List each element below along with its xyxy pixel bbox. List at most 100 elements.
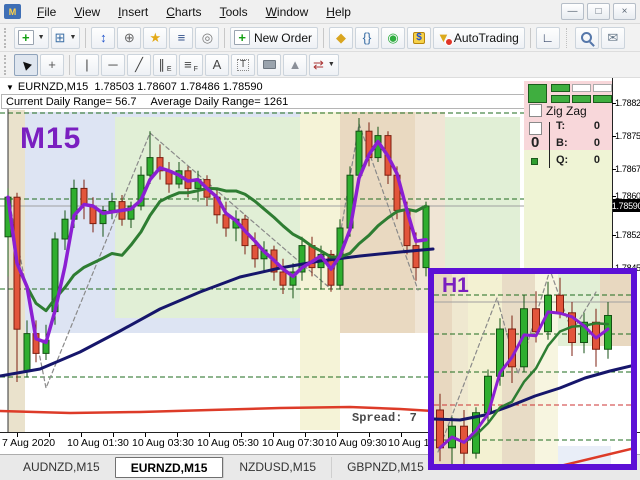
tab-audnzd-m15[interactable]: AUDNZD,M15: [8, 457, 115, 478]
time-label: 7 Aug 2020: [2, 437, 56, 449]
arrows-button[interactable]: ⇄ ▼: [309, 53, 339, 76]
collapse-caret-icon[interactable]: ▼: [6, 83, 14, 92]
metaeditor-icon: {}: [362, 30, 372, 45]
autotrading-button[interactable]: ▼ AutoTrading: [432, 26, 525, 49]
price-label: 1.78825: [615, 98, 640, 108]
window-controls: — □ ×: [561, 3, 636, 20]
vertical-line-button[interactable]: |: [75, 53, 99, 76]
price-tick: [612, 169, 616, 170]
text-button[interactable]: A: [205, 53, 229, 76]
stat-row-b: B: 0: [556, 137, 600, 149]
data-window-button[interactable]: ⊕: [117, 26, 142, 49]
time-label: 10 Aug 01:30: [67, 437, 129, 449]
marketwatch-icon: ↕: [100, 30, 107, 45]
fibonacci-button[interactable]: ≡ F: [179, 53, 203, 76]
toolbar-grip: [4, 27, 9, 48]
average-daily-range: Average Daily Range= 1261: [150, 95, 289, 108]
tab-eurnzd-m15[interactable]: EURNZD,M15: [114, 457, 224, 478]
label-button[interactable]: T: [231, 53, 255, 76]
textA-icon: A: [212, 57, 222, 72]
crosshair-button[interactable]: +: [40, 53, 64, 76]
menu-bar: M File View Insert Charts Tools Window Help — …: [0, 0, 640, 24]
cursor-button[interactable]: ▶: [14, 53, 38, 76]
toolbar-sep: [85, 27, 87, 48]
mtf-cell: [551, 95, 570, 103]
zoom-button[interactable]: [574, 26, 599, 49]
metaquotes-button[interactable]: ◆: [328, 26, 353, 49]
autotrading-icon: ▼: [436, 30, 453, 46]
labelT-icon: T: [236, 58, 250, 71]
triangle-button[interactable]: ▲: [283, 53, 307, 76]
menu-tools[interactable]: Tools: [211, 3, 257, 21]
chat-icon: ✉: [607, 30, 619, 45]
profiles-button[interactable]: ⊞ ▼: [50, 26, 81, 49]
zigzag-checkbox[interactable]: [529, 104, 542, 117]
close-button[interactable]: ×: [613, 3, 636, 20]
rect-icon: [262, 60, 276, 69]
horizontal-line-button[interactable]: ─: [101, 53, 125, 76]
mtf-cell: [593, 84, 612, 92]
metaeditor-button[interactable]: {}: [354, 26, 379, 49]
rectangle-button[interactable]: [257, 53, 281, 76]
datawindow-icon: ⊕: [123, 30, 135, 45]
menu-file[interactable]: File: [28, 3, 65, 21]
mtf-indicator-main-square: [528, 84, 547, 103]
chevron-down-icon[interactable]: ▼: [69, 34, 76, 41]
stat-row-t: T: 0: [556, 120, 600, 132]
chevron-down-icon[interactable]: ▼: [38, 34, 45, 41]
chat-button[interactable]: ✉: [600, 26, 625, 49]
timeframe-watermark-m15: M15: [20, 122, 82, 155]
chevron-down-icon[interactable]: ▼: [328, 61, 335, 68]
tri-icon: ▲: [288, 57, 302, 72]
zigzag-panel-title: Zig Zag: [546, 104, 587, 118]
minimize-button[interactable]: —: [561, 3, 584, 20]
toolbar-sep: [224, 27, 226, 48]
menu-window[interactable]: Window: [257, 3, 318, 21]
menu-charts[interactable]: Charts: [157, 3, 210, 21]
signals-button[interactable]: ◉: [380, 26, 405, 49]
new-order-button[interactable]: + New Order: [230, 26, 318, 49]
time-label: 10 Aug 07:30: [262, 437, 324, 449]
stat-key: T:: [556, 120, 566, 132]
h1-inset-chart[interactable]: H1: [428, 268, 637, 470]
tab-gbpnzd-m15[interactable]: GBPNZD,M15: [331, 457, 439, 478]
new-chart-button[interactable]: + ▼: [14, 26, 49, 49]
menu-items: File View Insert Charts Tools Window Help: [28, 3, 360, 21]
stat-value: 0: [593, 154, 600, 166]
menu-view[interactable]: View: [65, 3, 109, 21]
menu-help[interactable]: Help: [317, 3, 360, 21]
terminal-icon: ≡: [177, 30, 186, 45]
strategy-tester-button[interactable]: ◎: [195, 26, 220, 49]
terminal-button[interactable]: ≡: [169, 26, 194, 49]
navigator-icon: ★: [149, 30, 162, 45]
signals-icon: ◉: [387, 30, 399, 45]
h1-chart-canvas[interactable]: [434, 274, 631, 464]
time-label: 10 Aug 09:30: [325, 437, 387, 449]
indicator-panel-bottom: [524, 150, 612, 268]
current-daily-range: Current Daily Range= 56.7: [6, 95, 137, 108]
mtf-cell: [593, 95, 612, 103]
mtf-cell: [551, 84, 570, 92]
fibo-sub-label: F: [193, 65, 198, 73]
daily-range-strip: Current Daily Range= 56.7 Average Daily …: [1, 94, 525, 109]
panel-divider: [549, 122, 550, 168]
price-label: 1.78600: [615, 191, 640, 201]
trendline-button[interactable]: ╱: [127, 53, 151, 76]
legend-color-swatch: [531, 158, 538, 165]
chart-bar-button[interactable]: ∟: [535, 26, 560, 49]
tab-nzdusd-m15[interactable]: NZDUSD,M15: [223, 457, 331, 478]
toolbar-sep: [322, 27, 324, 48]
stat-key: B:: [556, 137, 568, 149]
navigator-button[interactable]: ★: [143, 26, 168, 49]
stat-key: Q:: [556, 154, 569, 166]
market-button[interactable]: $: [406, 26, 431, 49]
toolbar-grip: [4, 54, 9, 75]
price-label: 1.78675: [615, 164, 640, 174]
mag-icon: [581, 32, 593, 43]
channel-button[interactable]: ∥ E: [153, 53, 177, 76]
menu-insert[interactable]: Insert: [109, 3, 157, 21]
market-watch-button[interactable]: ↕: [91, 26, 116, 49]
price-tick: [612, 136, 616, 137]
drawing-toolbar: ▶ + | ─ ╱ ∥ E ≡ F A T ▲ ⇄ ▼: [0, 52, 640, 78]
restore-button[interactable]: □: [587, 3, 610, 20]
